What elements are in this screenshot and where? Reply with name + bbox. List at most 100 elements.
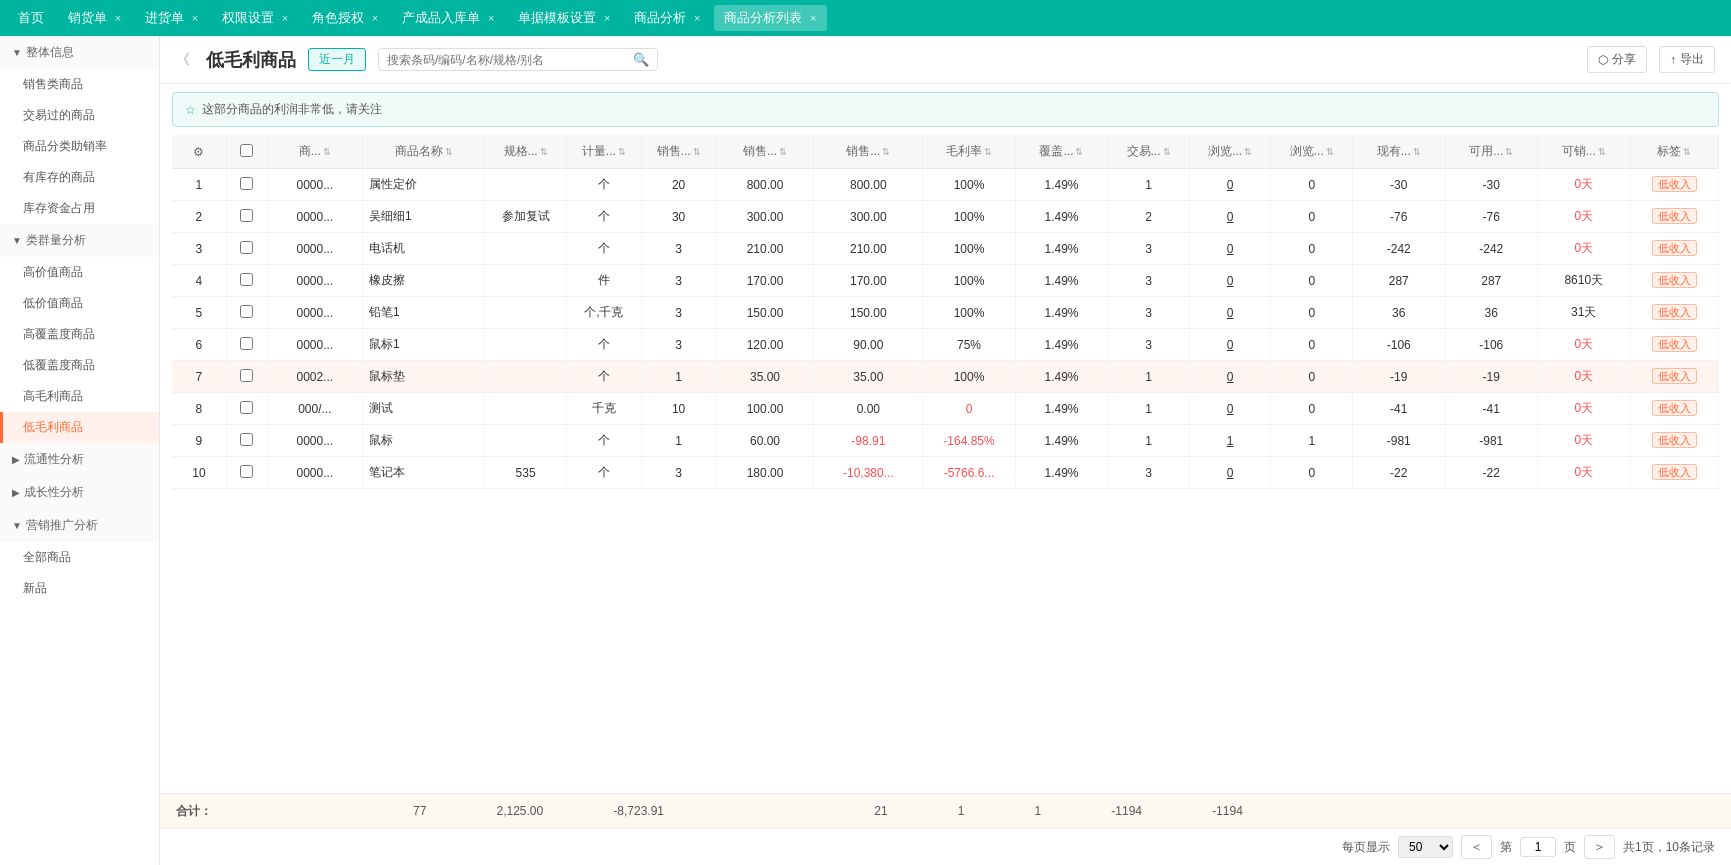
sidebar-item-low-coverage[interactable]: 低覆盖度商品 — [0, 350, 159, 381]
browse1-link[interactable]: 0 — [1227, 466, 1234, 480]
nav-close-product-analysis[interactable]: × — [694, 12, 700, 24]
sidebar-group-overall[interactable]: ▼ 整体信息 — [0, 36, 159, 69]
row-browse1[interactable]: 0 — [1189, 393, 1271, 425]
nav-close-product-analysis-list[interactable]: × — [810, 12, 816, 24]
sidebar-group-circulation[interactable]: ▶ 流通性分析 — [0, 443, 159, 476]
row-checkbox[interactable] — [226, 361, 267, 393]
nav-close-permissions[interactable]: × — [282, 12, 288, 24]
nav-close-role-auth[interactable]: × — [372, 12, 378, 24]
sidebar-item-low-value[interactable]: 低价值商品 — [0, 288, 159, 319]
row-browse1[interactable]: 0 — [1189, 265, 1271, 297]
next-page-button[interactable]: ＞ — [1584, 835, 1615, 859]
row-browse1[interactable]: 0 — [1189, 201, 1271, 233]
sidebar-group-cluster[interactable]: ▼ 类群量分析 — [0, 224, 159, 257]
sidebar-item-in-stock[interactable]: 有库存的商品 — [0, 162, 159, 193]
row-browse1[interactable]: 0 — [1189, 457, 1271, 489]
nav-close-sales-order[interactable]: × — [115, 12, 121, 24]
sidebar-item-traded-products[interactable]: 交易过的商品 — [0, 100, 159, 131]
col-sales-qty[interactable]: 销售...⇅ — [641, 135, 716, 169]
sidebar-item-sales-products[interactable]: 销售类商品 — [0, 69, 159, 100]
nav-close-product-entry[interactable]: × — [488, 12, 494, 24]
row-select-checkbox[interactable] — [240, 177, 253, 190]
search-input[interactable] — [387, 53, 627, 67]
row-select-checkbox[interactable] — [240, 305, 253, 318]
row-select-checkbox[interactable] — [240, 465, 253, 478]
col-trade-count[interactable]: 交易...⇅ — [1108, 135, 1190, 169]
row-checkbox[interactable] — [226, 297, 267, 329]
sidebar-item-high-margin[interactable]: 高毛利商品 — [0, 381, 159, 412]
browse1-link[interactable]: 0 — [1227, 306, 1234, 320]
search-icon[interactable]: 🔍 — [633, 52, 649, 67]
nav-role-auth[interactable]: 角色授权 × — [302, 5, 388, 31]
browse1-link[interactable]: 0 — [1227, 178, 1234, 192]
collapse-button[interactable]: 《 — [176, 51, 190, 69]
sidebar-group-growth[interactable]: ▶ 成长性分析 — [0, 476, 159, 509]
row-checkbox[interactable] — [226, 457, 267, 489]
row-select-checkbox[interactable] — [240, 369, 253, 382]
col-browse2[interactable]: 浏览...⇅ — [1271, 135, 1353, 169]
per-page-select[interactable]: 50 100 200 — [1398, 836, 1453, 858]
browse1-link[interactable]: 1 — [1227, 434, 1234, 448]
row-browse1[interactable]: 0 — [1189, 297, 1271, 329]
col-spec[interactable]: 规格...⇅ — [485, 135, 567, 169]
col-checkbox[interactable] — [226, 135, 267, 169]
browse1-link[interactable]: 0 — [1227, 402, 1234, 416]
row-browse1[interactable]: 0 — [1189, 361, 1271, 393]
browse1-link[interactable]: 0 — [1227, 210, 1234, 224]
sidebar-item-new-products[interactable]: 新品 — [0, 573, 159, 604]
col-browse1[interactable]: 浏览...⇅ — [1189, 135, 1271, 169]
prev-page-button[interactable]: ＜ — [1461, 835, 1492, 859]
nav-product-analysis-list[interactable]: 商品分析列表 × — [714, 5, 826, 31]
row-checkbox[interactable] — [226, 425, 267, 457]
row-checkbox[interactable] — [226, 201, 267, 233]
share-button[interactable]: ⬡ 分享 — [1587, 46, 1647, 73]
col-sales-price[interactable]: 销售...⇅ — [716, 135, 814, 169]
col-tag[interactable]: 标签⇅ — [1630, 135, 1719, 169]
col-unit[interactable]: 计量...⇅ — [566, 135, 641, 169]
row-select-checkbox[interactable] — [240, 401, 253, 414]
browse1-link[interactable]: 0 — [1227, 338, 1234, 352]
nav-purchase-order[interactable]: 进货单 × — [135, 5, 208, 31]
row-browse1[interactable]: 0 — [1189, 329, 1271, 361]
select-all-checkbox[interactable] — [240, 144, 253, 157]
row-checkbox[interactable] — [226, 329, 267, 361]
col-name[interactable]: 商品名称⇅ — [362, 135, 484, 169]
sidebar-item-high-value[interactable]: 高价值商品 — [0, 257, 159, 288]
nav-close-purchase-order[interactable]: × — [192, 12, 198, 24]
nav-template-settings[interactable]: 单据模板设置 × — [508, 5, 620, 31]
sidebar-item-high-coverage[interactable]: 高覆盖度商品 — [0, 319, 159, 350]
browse1-link[interactable]: 0 — [1227, 370, 1234, 384]
nav-close-template-settings[interactable]: × — [604, 12, 610, 24]
row-browse1[interactable]: 0 — [1189, 169, 1271, 201]
col-code[interactable]: 商...⇅ — [267, 135, 362, 169]
nav-product-entry[interactable]: 产成品入库单 × — [392, 5, 504, 31]
row-checkbox[interactable] — [226, 393, 267, 425]
nav-product-analysis[interactable]: 商品分析 × — [624, 5, 710, 31]
col-sellable[interactable]: 可销...⇅ — [1538, 135, 1630, 169]
browse1-link[interactable]: 0 — [1227, 274, 1234, 288]
browse1-link[interactable]: 0 — [1227, 242, 1234, 256]
sidebar-item-capital[interactable]: 库存资金占用 — [0, 193, 159, 224]
row-checkbox[interactable] — [226, 265, 267, 297]
row-select-checkbox[interactable] — [240, 241, 253, 254]
row-browse1[interactable]: 0 — [1189, 233, 1271, 265]
row-select-checkbox[interactable] — [240, 337, 253, 350]
col-available[interactable]: 可用...⇅ — [1445, 135, 1537, 169]
filter-recent-month-button[interactable]: 近一月 — [308, 48, 366, 71]
row-browse1[interactable]: 1 — [1189, 425, 1271, 457]
row-select-checkbox[interactable] — [240, 209, 253, 222]
row-checkbox[interactable] — [226, 233, 267, 265]
col-sales-amount[interactable]: 销售...⇅ — [814, 135, 923, 169]
sidebar-item-category-rate[interactable]: 商品分类助销率 — [0, 131, 159, 162]
nav-permissions[interactable]: 权限设置 × — [212, 5, 298, 31]
col-current-stock[interactable]: 现有...⇅ — [1353, 135, 1445, 169]
col-gross-rate[interactable]: 毛利率⇅ — [923, 135, 1015, 169]
sidebar-item-low-margin[interactable]: 低毛利商品 — [0, 412, 159, 443]
row-select-checkbox[interactable] — [240, 273, 253, 286]
nav-home[interactable]: 首页 — [8, 5, 54, 31]
row-checkbox[interactable] — [226, 169, 267, 201]
sidebar-group-marketing[interactable]: ▼ 营销推广分析 — [0, 509, 159, 542]
page-number-input[interactable] — [1520, 837, 1556, 857]
export-button[interactable]: ↑ 导出 — [1659, 46, 1715, 73]
row-select-checkbox[interactable] — [240, 433, 253, 446]
